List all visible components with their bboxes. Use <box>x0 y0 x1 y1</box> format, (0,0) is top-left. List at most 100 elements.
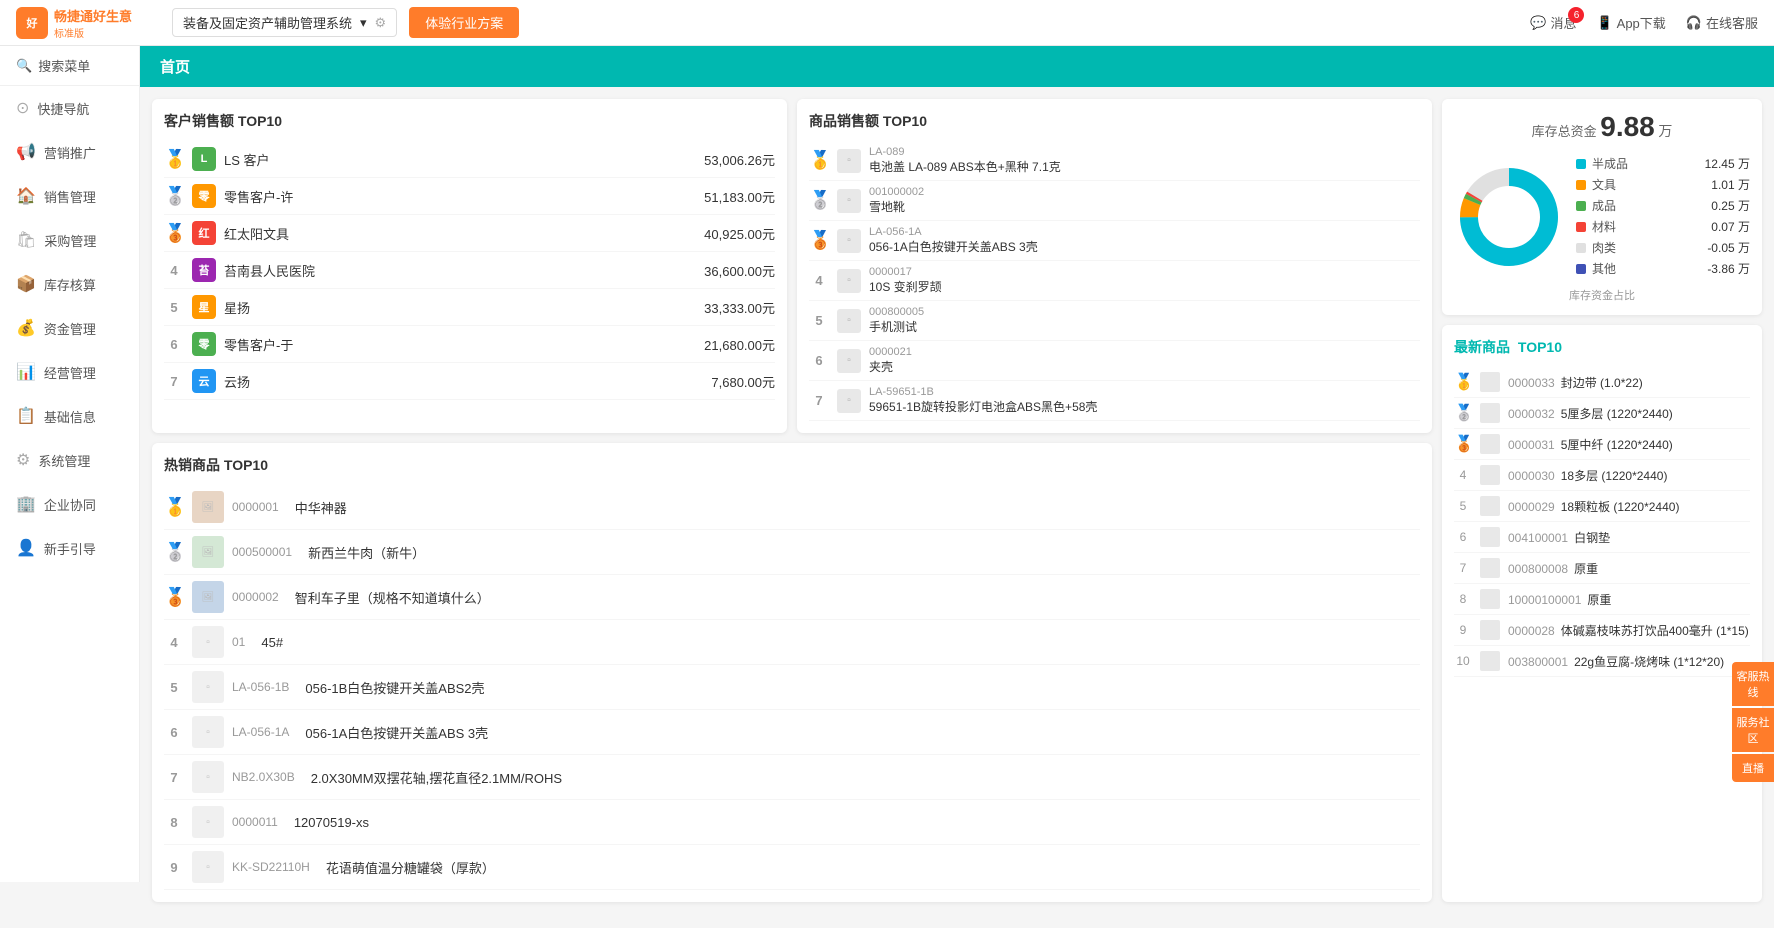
new-product-info: 10000100001原重 <box>1508 591 1750 608</box>
new-product-item: 90000028体碱嘉枝味苏打饮品400毫升 (1*15) <box>1454 615 1750 646</box>
rank-number: 5 <box>1454 499 1472 513</box>
search-menu-button[interactable]: 🔍 搜索菜单 <box>0 46 139 86</box>
message-icon: 💬 <box>1530 15 1546 31</box>
cs-float-button-1[interactable]: 服务社区 <box>1732 708 1774 752</box>
new-product-name: 5厘多层 (1220*2440) <box>1561 407 1673 421</box>
rank-name: 红太阳文具 <box>224 224 696 243</box>
new-product-info: 004100001白钢垫 <box>1508 529 1750 546</box>
legend-name: 其他 <box>1592 260 1701 277</box>
rank-number: 5 <box>809 313 829 328</box>
trial-button[interactable]: 体验行业方案 <box>409 7 519 38</box>
hot-product-code: KK-SD22110H <box>232 860 310 874</box>
legend-name: 材料 <box>1592 218 1705 235</box>
rank-number: 🥉 <box>164 223 184 244</box>
rank-number: 4 <box>809 273 829 288</box>
new-product-info: 000800008原重 <box>1508 560 1750 577</box>
new-product-item: 5 000002918颗粒板 (1220*2440) <box>1454 491 1750 522</box>
new-product-name: 18多层 (1220*2440) <box>1561 469 1668 483</box>
system-selector[interactable]: 装备及固定资产辅助管理系统 ▾ ⚙ <box>172 8 397 37</box>
sidebar-item-operations[interactable]: 📊 经营管理 <box>0 350 139 394</box>
settings-icon[interactable]: ⚙ <box>375 15 387 31</box>
rank-name: 零售客户-许 <box>224 187 696 206</box>
message-button[interactable]: 💬 消息 6 <box>1530 13 1576 32</box>
product-rank-list: 🥇▫LA-089电池盖 LA-089 ABS本色+黑种 7.1克🥈▫001000… <box>809 141 1420 421</box>
hot-product-name: 中华神器 <box>295 498 347 517</box>
hot-product-item: 7▫NB2.0X30B2.0X30MM双摆花轴,摆花直径2.1MM/ROHS <box>164 755 1420 800</box>
hot-product-item: 4▫0145# <box>164 620 1420 665</box>
hot-product-item: 🥈🖼000500001新西兰牛肉（新牛） <box>164 530 1420 575</box>
new-product-name: 白钢垫 <box>1574 531 1610 545</box>
rank-number: 🥇 <box>164 497 184 518</box>
product-ranking-card: 商品销售额 TOP10 🥇▫LA-089电池盖 LA-089 ABS本色+黑种 … <box>797 99 1432 433</box>
sidebar-item-system[interactable]: ⚙ 系统管理 <box>0 438 139 482</box>
product-thumbnail: ▫ <box>837 189 861 213</box>
product-code: 001000002 <box>869 186 924 198</box>
rank-number: 4 <box>1454 468 1472 482</box>
sidebar-item-finance[interactable]: 💰 资金管理 <box>0 306 139 350</box>
legend-dot <box>1576 201 1586 211</box>
inventory-total: 库存总资金 9.88 万 <box>1454 111 1750 143</box>
system-name-label: 装备及固定资产辅助管理系统 <box>183 13 352 32</box>
new-product-thumbnail <box>1480 434 1500 454</box>
sidebar-item-basics[interactable]: 📋 基础信息 <box>0 394 139 438</box>
legend-value: 12.45 万 <box>1705 155 1750 172</box>
legend-dot <box>1576 159 1586 169</box>
inventory-legend: 半成品12.45 万文具1.01 万成品0.25 万材料0.07 万肉类-0.0… <box>1576 155 1750 281</box>
hot-product-item: 🥇🖼0000001中华神器 <box>164 485 1420 530</box>
avatar: L <box>192 147 216 171</box>
product-info: LA-056-1A056-1A白色按键开关盖ABS 3壳 <box>869 226 1038 255</box>
online-service-button[interactable]: 🎧 在线客服 <box>1686 13 1758 32</box>
product-code: LA-59651-1B <box>869 386 1097 398</box>
rank-number: 🥉 <box>809 230 829 251</box>
new-products-card: 最新商品 TOP10 🥇0000033封边带 (1.0*22)🥈00000325… <box>1442 325 1762 902</box>
hot-product-name: 智利车子里（规格不知道填什么） <box>295 588 490 607</box>
sidebar-item-purchase[interactable]: 🛍 采购管理 <box>0 218 139 262</box>
operations-icon: 📊 <box>16 362 36 382</box>
cs-float-button-2[interactable]: 直播 <box>1732 754 1774 782</box>
basics-icon: 📋 <box>16 406 36 426</box>
sidebar-item-quick-nav[interactable]: ⊙ 快捷导航 <box>0 86 139 130</box>
product-name: 电池盖 LA-089 ABS本色+黑种 7.1克 <box>869 158 1061 175</box>
new-product-name: 18颗粒板 (1220*2440) <box>1561 500 1680 514</box>
sidebar: 🔍 搜索菜单 ⊙ 快捷导航 📢 营销推广 🏠 销售管理 🛍 采购管理 📦 库存核… <box>0 46 140 882</box>
product-rank-item: 🥇▫LA-089电池盖 LA-089 ABS本色+黑种 7.1克 <box>809 141 1420 181</box>
new-product-item: 🥉00000315厘中纤 (1220*2440) <box>1454 429 1750 460</box>
new-product-code: 0000028 <box>1508 624 1555 638</box>
new-product-item: 6004100001白钢垫 <box>1454 522 1750 553</box>
sidebar-item-inventory[interactable]: 📦 库存核算 <box>0 262 139 306</box>
product-name: 10S 变刹罗颉 <box>869 278 942 295</box>
inventory-icon: 📦 <box>16 274 36 294</box>
sidebar-item-sales[interactable]: 🏠 销售管理 <box>0 174 139 218</box>
logo-area: 好 畅捷通好生意 标准版 <box>16 6 156 40</box>
new-product-info: 0000033封边带 (1.0*22) <box>1508 374 1750 391</box>
sidebar-item-company[interactable]: 🏢 企业协同 <box>0 482 139 526</box>
hot-product-code: 0000001 <box>232 500 279 514</box>
new-product-info: 000002918颗粒板 (1220*2440) <box>1508 498 1750 515</box>
marketing-icon: 📢 <box>16 142 36 162</box>
hot-product-item: 8▫000001112070519-xs <box>164 800 1420 845</box>
product-thumbnail: ▫ <box>837 389 861 413</box>
rank-number: 9 <box>1454 623 1472 637</box>
new-product-item: 810000100001原重 <box>1454 584 1750 615</box>
cs-float-button-0[interactable]: 客服热线 <box>1732 662 1774 706</box>
customer-rank-item: 🥇LLS 客户53,006.26元 <box>164 141 775 178</box>
rank-name: 星扬 <box>224 298 696 317</box>
purchase-icon: 🛍 <box>16 230 36 250</box>
sidebar-item-marketing[interactable]: 📢 营销推广 <box>0 130 139 174</box>
app-download-button[interactable]: 📱 App下载 <box>1596 13 1665 32</box>
product-thumbnail: ▫ <box>837 309 861 333</box>
chevron-down-icon: ▾ <box>360 15 367 31</box>
donut-container: 半成品12.45 万文具1.01 万成品0.25 万材料0.07 万肉类-0.0… <box>1454 155 1750 281</box>
new-product-info: 00000315厘中纤 (1220*2440) <box>1508 436 1750 453</box>
rank-amount: 7,680.00元 <box>711 372 775 391</box>
product-ranking-title: 商品销售额 TOP10 <box>809 111 1420 131</box>
new-product-thumbnail <box>1480 620 1500 640</box>
legend-item: 文具1.01 万 <box>1576 176 1750 193</box>
page-title: 首页 <box>160 59 190 76</box>
system-icon: ⚙ <box>16 450 30 470</box>
headset-icon: 🎧 <box>1686 15 1702 31</box>
product-code: LA-056-1A <box>869 226 1038 238</box>
hot-product-name: 新西兰牛肉（新牛） <box>308 543 425 562</box>
sidebar-item-guide[interactable]: 👤 新手引导 <box>0 526 139 570</box>
rank-number: 🥇 <box>1454 372 1472 392</box>
